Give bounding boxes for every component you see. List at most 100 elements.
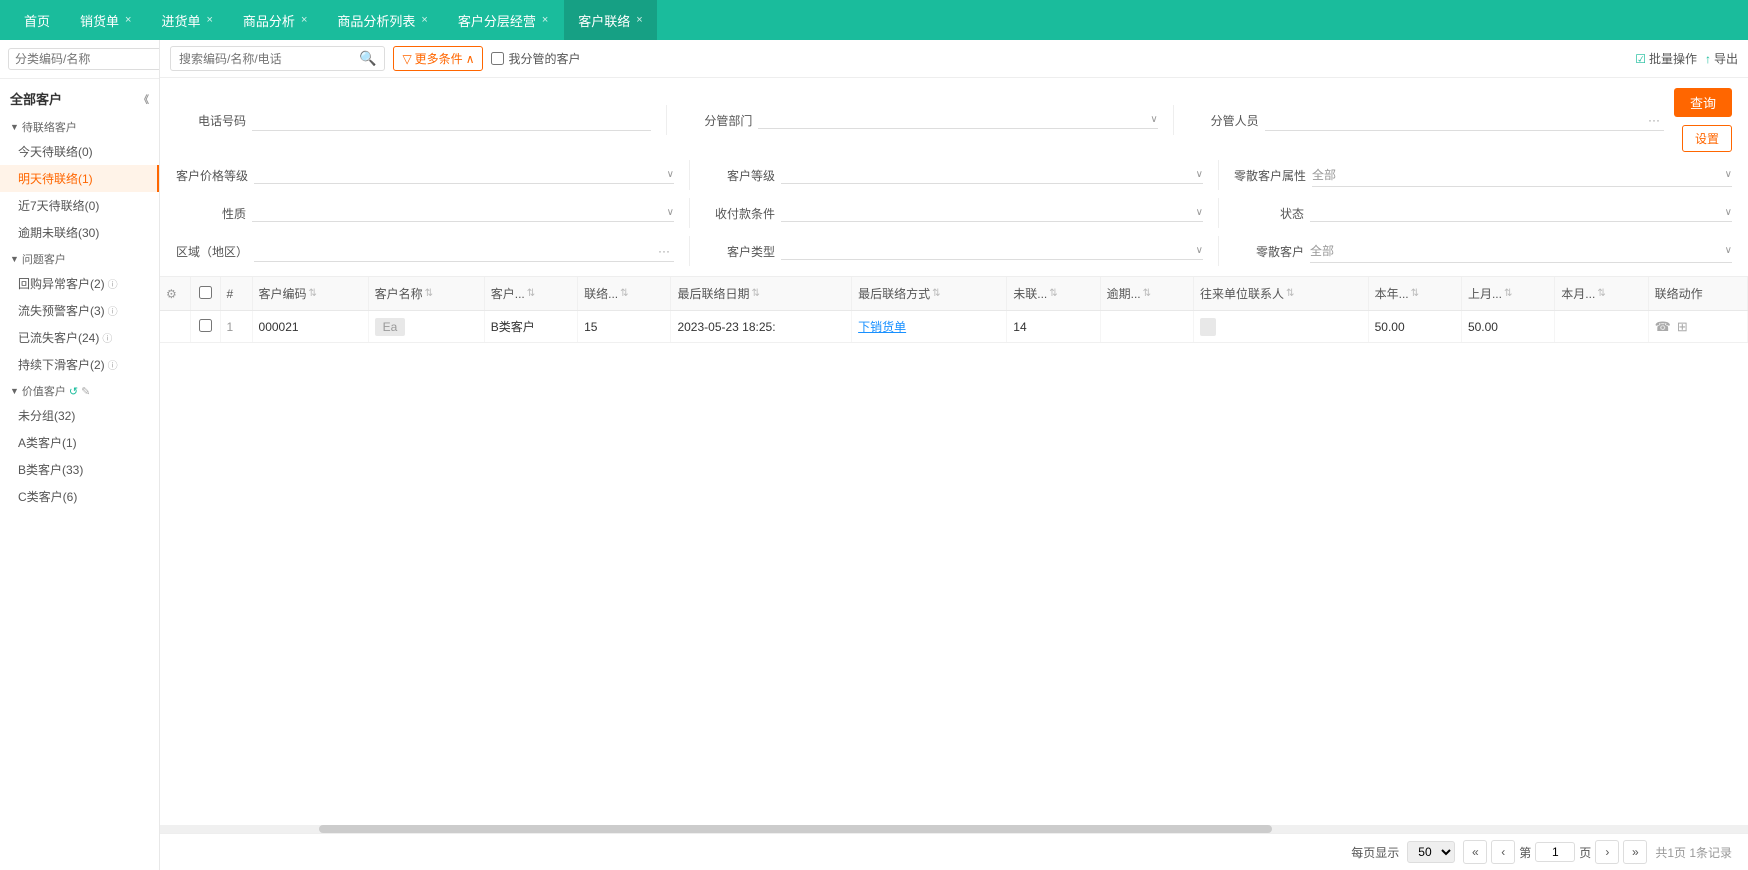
sidebar-all-customers[interactable]: 全部客户 《 <box>0 83 159 114</box>
filter-gender-select[interactable]: ∨ <box>252 204 674 222</box>
filter-price-level-select[interactable]: ∨ <box>254 166 674 184</box>
filter-dept-select[interactable]: ∨ <box>758 111 1157 129</box>
filter-retail-attr-select[interactable]: 全部 ∨ <box>1312 163 1732 187</box>
table-area: ⚙ # 客户编码⇅ 客户名称⇅ 客户...⇅ <box>160 277 1748 825</box>
first-page-btn[interactable]: « <box>1463 840 1487 864</box>
col-gear: ⚙ <box>160 277 190 311</box>
my-customers-check[interactable] <box>491 52 504 65</box>
filter-dept: 分管部门 ∨ <box>682 111 1157 129</box>
row-index-cell: 1 <box>220 311 252 343</box>
customer-level-chevron-icon: ∨ <box>1196 169 1203 180</box>
filter-customer-type-select[interactable]: ∨ <box>781 242 1203 260</box>
toolbar-search-input[interactable] <box>179 52 359 66</box>
col-last-date-header: 最后联络日期⇅ <box>671 277 852 311</box>
nav-product-analysis-list[interactable]: 商品分析列表 × <box>323 0 441 40</box>
grid-action-icon[interactable]: ⊞ <box>1677 319 1688 335</box>
nav-sales-order[interactable]: 销货单 × <box>66 0 145 40</box>
set-button[interactable]: 设置 <box>1682 125 1732 152</box>
row-this-month-cell <box>1555 311 1648 343</box>
sidebar-item-lost[interactable]: 已流失客户(24) ⓘ <box>0 324 159 351</box>
sidebar-item-today[interactable]: 今天待联络(0) <box>0 138 159 165</box>
sidebar-item-repurchase[interactable]: 回购异常客户(2) ⓘ <box>0 270 159 297</box>
table-row: 1 000021 Ea B类客户 15 2023-05-23 18:25: 下销… <box>160 311 1748 343</box>
page-input[interactable] <box>1535 842 1575 862</box>
close-product-analysis-icon[interactable]: × <box>301 14 307 26</box>
filter-status: 状态 ∨ <box>1234 204 1732 222</box>
edit-icon[interactable]: ✎ <box>81 385 90 398</box>
sidebar-item-a-class[interactable]: A类客户(1) <box>0 429 159 456</box>
refresh-icon[interactable]: ↺ <box>69 385 78 398</box>
col-contact-header: 联络...⇅ <box>578 277 671 311</box>
col-last-month-header: 上月...⇅ <box>1461 277 1554 311</box>
next-page-btn[interactable]: › <box>1595 840 1619 864</box>
row-unit-contact-cell <box>1193 311 1368 343</box>
row-overdue-cell <box>1100 311 1193 343</box>
more-conditions-btn[interactable]: ▽ 更多条件 ∧ <box>393 46 483 71</box>
batch-op-btn[interactable]: ☑ 批量操作 <box>1635 50 1697 67</box>
sidebar-item-b-class[interactable]: B类客户(33) <box>0 456 159 483</box>
filter-payment-select[interactable]: ∨ <box>781 204 1203 222</box>
export-icon: ↑ <box>1705 52 1711 66</box>
col-code-header: 客户编码⇅ <box>252 277 368 311</box>
filter-phone-input[interactable] <box>252 110 651 131</box>
filter-customer-level-select[interactable]: ∨ <box>781 166 1203 184</box>
row-action-cell: ☎ ⊞ <box>1648 311 1747 343</box>
export-btn[interactable]: ↑ 导出 <box>1705 50 1738 67</box>
chevron-up-icon: ∧ <box>466 52 475 66</box>
close-customer-tier-icon[interactable]: × <box>542 14 548 26</box>
sidebar-item-overdue-contact[interactable]: 逾期未联络(30) <box>0 219 159 246</box>
close-product-analysis-list-icon[interactable]: × <box>421 14 427 26</box>
close-purchase-order-icon[interactable]: × <box>206 14 212 26</box>
price-level-chevron-icon: ∨ <box>667 169 674 180</box>
sidebar-group-value: 价值客户 ↺ ✎ <box>0 378 159 402</box>
settings-icon[interactable]: ⚙ <box>166 287 177 301</box>
pagination: « ‹ 第 页 › » <box>1463 840 1647 864</box>
col-this-month-header: 本月...⇅ <box>1555 277 1648 311</box>
retail-customer-chevron-icon: ∨ <box>1725 245 1732 256</box>
info-repurchase-icon: ⓘ <box>108 276 118 291</box>
page-size-label: 每页显示 <box>1351 844 1399 861</box>
page-label-before: 第 <box>1519 844 1531 861</box>
sidebar-item-c-class[interactable]: C类客户(6) <box>0 483 159 510</box>
close-customer-contact-icon[interactable]: × <box>636 14 642 26</box>
sidebar-item-tomorrow[interactable]: 明天待联络(1) <box>0 165 159 192</box>
phone-action-icon[interactable]: ☎ <box>1655 319 1671 335</box>
status-chevron-icon: ∨ <box>1725 207 1732 218</box>
toolbar-search-icon[interactable]: 🔍 <box>359 50 376 67</box>
filter-manager-select[interactable]: ··· <box>1265 110 1664 131</box>
select-all-checkbox[interactable] <box>199 286 212 299</box>
sort-last-month-icon: ⇅ <box>1504 288 1512 299</box>
sidebar-item-declining[interactable]: 持续下滑客户(2) ⓘ <box>0 351 159 378</box>
sidebar-item-ungroup[interactable]: 未分组(32) <box>0 402 159 429</box>
last-method-link[interactable]: 下销货单 <box>858 320 906 334</box>
my-customers-checkbox[interactable]: 我分管的客户 <box>491 50 580 67</box>
info-declining-icon: ⓘ <box>108 357 118 372</box>
prev-page-btn[interactable]: ‹ <box>1491 840 1515 864</box>
close-sales-order-icon[interactable]: × <box>125 14 131 26</box>
nav-home[interactable]: 首页 <box>10 0 64 40</box>
filter-row-4: 区域（地区） ··· 客户类型 ∨ 零散客户 <box>176 236 1732 266</box>
manager-ellipsis-icon[interactable]: ··· <box>1644 113 1664 127</box>
filter-price-level: 客户价格等级 ∨ <box>176 166 674 184</box>
sidebar-item-churn-warn[interactable]: 流失预警客户(3) ⓘ <box>0 297 159 324</box>
sidebar-item-week[interactable]: 近7天待联络(0) <box>0 192 159 219</box>
info-lost-icon: ⓘ <box>102 330 112 345</box>
sidebar-search-input[interactable] <box>8 48 160 70</box>
nav-customer-contact[interactable]: 客户联络 × <box>564 0 656 40</box>
nav-product-analysis[interactable]: 商品分析 × <box>229 0 321 40</box>
page-size-select[interactable]: 50 <box>1407 841 1455 863</box>
region-ellipsis-icon[interactable]: ··· <box>654 244 674 258</box>
col-unit-contact-header: 往来单位联系人⇅ <box>1193 277 1368 311</box>
filter-gender: 性质 ∨ <box>176 204 674 222</box>
filter-retail-customer-select[interactable]: 全部 ∨ <box>1310 239 1732 263</box>
nav-purchase-order[interactable]: 进货单 × <box>147 0 226 40</box>
filter-status-select[interactable]: ∨ <box>1310 204 1732 222</box>
table-scroll-thumb[interactable] <box>319 825 1272 833</box>
table-footer: 每页显示 50 « ‹ 第 页 › » 共1页 1条记录 <box>160 833 1748 870</box>
filter-region-select[interactable]: ··· <box>254 241 674 262</box>
batch-op-icon: ☑ <box>1635 52 1646 66</box>
nav-customer-tier[interactable]: 客户分层经营 × <box>444 0 562 40</box>
row-checkbox[interactable] <box>199 319 212 332</box>
last-page-btn[interactable]: » <box>1623 840 1647 864</box>
query-button[interactable]: 查询 <box>1674 88 1732 117</box>
